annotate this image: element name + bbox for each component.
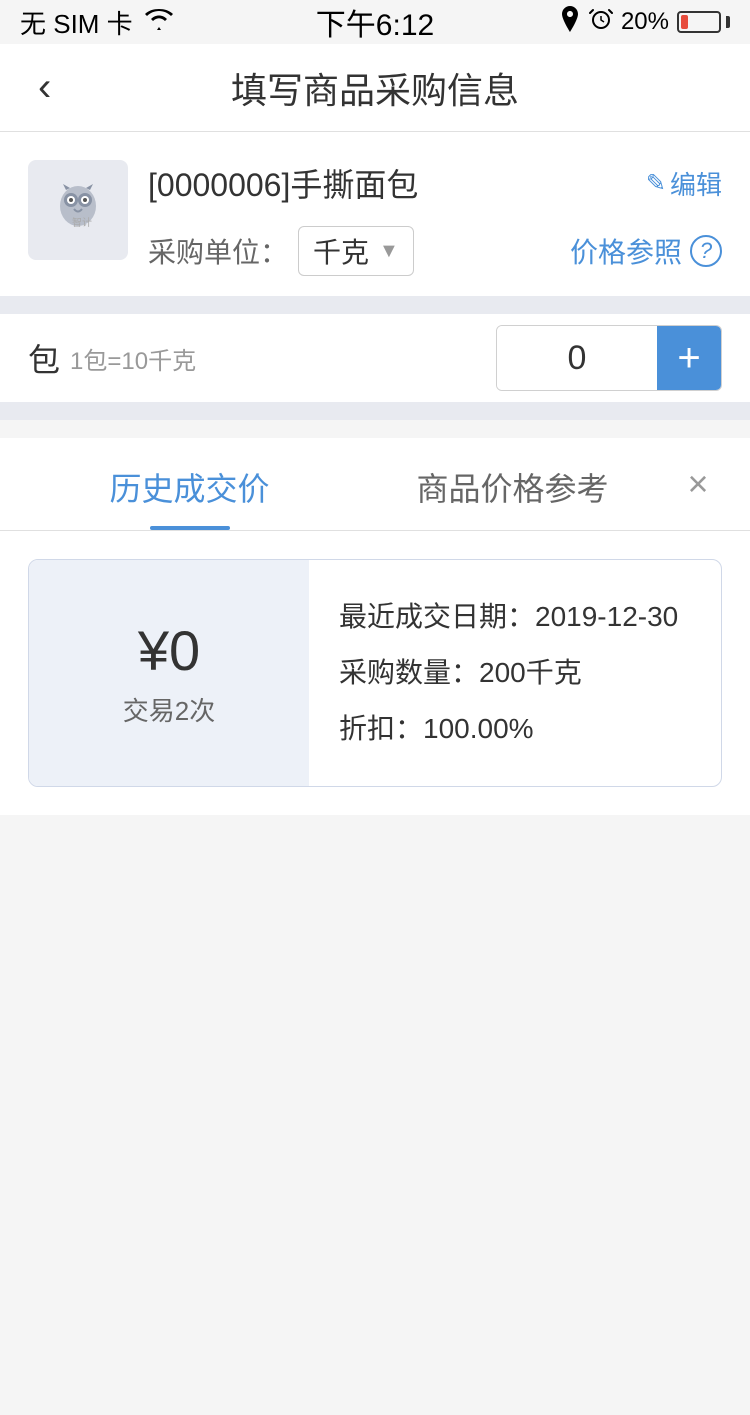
section-divider-2 (0, 402, 750, 420)
unit-select[interactable]: 千克 ▼ (298, 226, 414, 276)
history-date-row: 最近成交日期：2019-12-30 (339, 596, 691, 638)
product-unit-row: 采购单位： 千克 ▼ 价格参照 ? (148, 226, 722, 276)
quantity-unit-label: 包 1包=10千克 (28, 335, 196, 381)
product-name: [0000006]手撕面包 (148, 160, 418, 206)
svg-text:智计: 智计 (72, 216, 92, 229)
history-discount-value: 100.00% (423, 713, 534, 744)
battery-indicator (677, 11, 730, 33)
edit-icon: ✎ (646, 169, 666, 198)
history-qty-row: 采购数量：200千克 (339, 652, 691, 694)
nav-bar: ‹ 填写商品采购信息 (0, 44, 750, 132)
history-details-column: 最近成交日期：2019-12-30 采购数量：200千克 折扣：100.00% (309, 560, 721, 786)
alarm-icon (589, 6, 613, 39)
history-price-column: ¥0 交易2次 (29, 560, 309, 786)
product-header: [0000006]手撕面包 ✎ 编辑 (148, 160, 722, 206)
history-price-value: ¥0 (138, 618, 200, 683)
history-date-label: 最近成交日期： (339, 601, 535, 632)
location-icon (559, 6, 581, 39)
tab-close-button[interactable]: × (674, 460, 722, 508)
quantity-plus-button[interactable]: + (657, 326, 721, 390)
history-trade-count: 交易2次 (123, 691, 215, 728)
section-divider (0, 296, 750, 314)
quantity-input[interactable] (497, 326, 657, 390)
product-image: 智计 (28, 160, 128, 260)
price-ref-label: 价格参照 (570, 231, 682, 271)
battery-percent: 20% (621, 8, 669, 36)
dropdown-arrow-icon: ▼ (379, 240, 399, 263)
product-thumbnail-icon: 智计 (48, 174, 108, 246)
status-left: 无 SIM 卡 (20, 4, 175, 41)
quantity-input-wrap: + (496, 325, 722, 391)
history-date-value: 2019-12-30 (535, 601, 678, 632)
edit-button[interactable]: ✎ 编辑 (646, 165, 722, 202)
tab-price-ref-label: 商品价格参考 (416, 471, 608, 507)
tabs-container: 历史成交价 商品价格参考 × (0, 438, 750, 531)
main-background (0, 815, 750, 1415)
history-qty-label: 采购数量： (339, 657, 479, 688)
unit-conversion: 1包=10千克 (70, 341, 196, 376)
edit-label: 编辑 (670, 165, 722, 202)
product-info: [0000006]手撕面包 ✎ 编辑 采购单位： 千克 ▼ 价格参照 ? (148, 160, 722, 276)
history-qty-value: 200千克 (479, 657, 582, 688)
unit-name: 包 (28, 335, 60, 381)
status-bar: 无 SIM 卡 下午6:12 20% (0, 0, 750, 44)
unit-label: 采购单位： (148, 231, 288, 271)
tab-price-reference[interactable]: 商品价格参考 (351, 438, 674, 530)
history-card: ¥0 交易2次 最近成交日期：2019-12-30 采购数量：200千克 折扣：… (28, 559, 722, 787)
wifi-icon (143, 7, 175, 38)
no-sim-text: 无 SIM 卡 (20, 4, 133, 41)
tab-history-price[interactable]: 历史成交价 (28, 438, 351, 530)
status-right: 20% (559, 6, 730, 39)
product-card: 智计 [0000006]手撕面包 ✎ 编辑 采购单位： 千克 ▼ 价格参照 ? (0, 132, 750, 296)
quantity-row: 包 1包=10千克 + (0, 314, 750, 402)
history-discount-label: 折扣： (339, 713, 423, 744)
info-icon: ? (690, 235, 722, 267)
status-time: 下午6:12 (316, 0, 434, 44)
back-button[interactable]: ‹ (28, 55, 61, 120)
unit-value: 千克 (313, 231, 369, 271)
page-title: 填写商品采购信息 (231, 62, 519, 114)
price-ref-button[interactable]: 价格参照 ? (570, 231, 722, 271)
history-discount-row: 折扣：100.00% (339, 708, 691, 750)
history-content: ¥0 交易2次 最近成交日期：2019-12-30 采购数量：200千克 折扣：… (0, 531, 750, 815)
tab-history-label: 历史成交价 (109, 471, 269, 507)
